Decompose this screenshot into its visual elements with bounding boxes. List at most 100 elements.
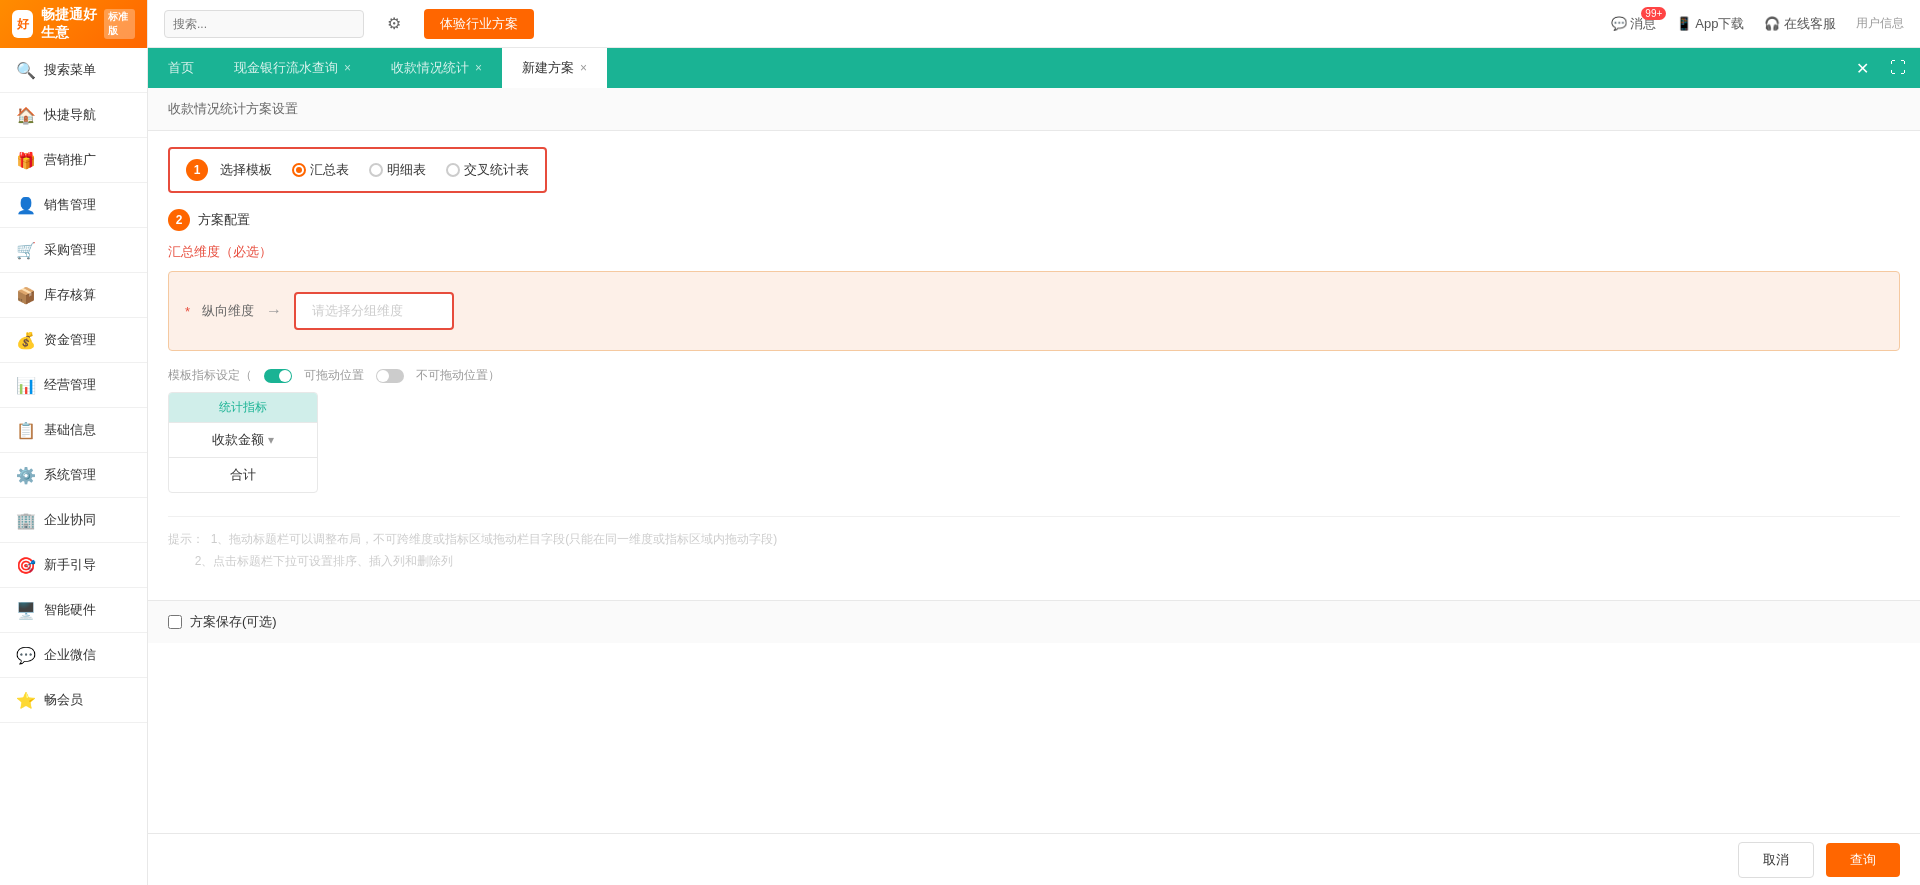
footer-bar: 取消 查询 bbox=[148, 833, 1920, 885]
indicator-row-amount[interactable]: 收款金额 ▾ bbox=[169, 422, 317, 457]
person-icon: 👤 bbox=[16, 195, 36, 215]
draggable-toggle-on bbox=[264, 369, 292, 383]
notification-badge[interactable]: 💬 消息 99+ bbox=[1611, 15, 1657, 33]
notification-count: 99+ bbox=[1641, 7, 1666, 20]
tab-bank-flow-close[interactable]: × bbox=[344, 61, 351, 75]
dimension-grid: * 纵向维度 → 请选择分组维度 bbox=[168, 271, 1900, 351]
sidebar-item-base-info[interactable]: 📋 基础信息 bbox=[0, 408, 147, 453]
sidebar-label-system: 系统管理 bbox=[44, 466, 96, 484]
user-info[interactable]: 用户信息 bbox=[1856, 15, 1904, 32]
tip1: 提示： 1、拖动标题栏可以调整布局，不可跨维度或指标区域拖动栏目字段(只能在同一… bbox=[168, 529, 1900, 551]
gift-icon: 🎁 bbox=[16, 150, 36, 170]
indicator-table: 统计指标 收款金额 ▾ 合计 bbox=[168, 392, 318, 493]
support-label: 在线客服 bbox=[1784, 16, 1836, 31]
message-icon: 💬 bbox=[1611, 16, 1627, 31]
step1-label: 选择模板 bbox=[220, 161, 272, 179]
topbar: ⚙ 体验行业方案 💬 消息 99+ 📱 App下载 🎧 在线客服 用户信息 bbox=[148, 0, 1920, 48]
indicator-table-header: 统计指标 bbox=[169, 393, 317, 422]
sidebar-item-sales[interactable]: 👤 销售管理 bbox=[0, 183, 147, 228]
indicator-label-prefix: 模板指标设定（ bbox=[168, 367, 252, 384]
draggable-label: 可拖动位置 bbox=[304, 367, 364, 384]
tab-bar: 首页 现金银行流水查询 × 收款情况统计 × 新建方案 × ✕ ⛶ bbox=[148, 48, 1920, 88]
sidebar-item-quick-nav[interactable]: 🏠 快捷导航 bbox=[0, 93, 147, 138]
sidebar-item-management[interactable]: 📊 经营管理 bbox=[0, 363, 147, 408]
sidebar-item-hardware[interactable]: 🖥️ 智能硬件 bbox=[0, 588, 147, 633]
sidebar-label-member: 畅会员 bbox=[44, 691, 83, 709]
tab-new-plan-close[interactable]: × bbox=[580, 61, 587, 75]
tab-new-plan[interactable]: 新建方案 × bbox=[502, 48, 607, 88]
support-link[interactable]: 🎧 在线客服 bbox=[1764, 15, 1836, 33]
user-name: 用户信息 bbox=[1856, 16, 1904, 30]
tab-collection-stats[interactable]: 收款情况统计 × bbox=[371, 48, 502, 88]
headset-icon: 🎧 bbox=[1764, 16, 1780, 31]
download-icon: 📱 bbox=[1676, 16, 1692, 31]
tab-close-all-icon[interactable]: ✕ bbox=[1848, 54, 1876, 82]
sidebar-item-capital[interactable]: 💰 资金管理 bbox=[0, 318, 147, 363]
sidebar-item-guide[interactable]: 🎯 新手引导 bbox=[0, 543, 147, 588]
download-label: App下载 bbox=[1695, 16, 1744, 31]
app-name: 畅捷通好生意 bbox=[41, 6, 104, 42]
tip2-text: 2、点击标题栏下拉可设置排序、插入列和删除列 bbox=[195, 554, 454, 568]
sidebar-item-inventory[interactable]: 📦 库存核算 bbox=[0, 273, 147, 318]
tab-collection-stats-close[interactable]: × bbox=[475, 61, 482, 75]
radio-cross[interactable]: 交叉统计表 bbox=[446, 161, 529, 179]
star-icon: ⭐ bbox=[16, 690, 36, 710]
tab-bank-flow[interactable]: 现金银行流水查询 × bbox=[214, 48, 371, 88]
sidebar-label-enterprise: 企业协同 bbox=[44, 511, 96, 529]
sidebar-label-guide: 新手引导 bbox=[44, 556, 96, 574]
draggable-legend: 模板指标设定（ 可拖动位置 不可拖动位置） bbox=[168, 367, 1900, 384]
sidebar-label-hardware: 智能硬件 bbox=[44, 601, 96, 619]
download-link[interactable]: 📱 App下载 bbox=[1676, 15, 1744, 33]
tab-bank-flow-label: 现金银行流水查询 bbox=[234, 59, 338, 77]
sidebar-label-management: 经营管理 bbox=[44, 376, 96, 394]
save-checkbox[interactable] bbox=[168, 615, 182, 629]
cancel-button[interactable]: 取消 bbox=[1738, 842, 1814, 878]
search-input[interactable] bbox=[164, 10, 364, 38]
dimension-label: 汇总维度（必选） bbox=[168, 243, 1900, 261]
topbar-right: 💬 消息 99+ 📱 App下载 🎧 在线客服 用户信息 bbox=[1611, 15, 1904, 33]
target-icon: 🎯 bbox=[16, 555, 36, 575]
dimension-label-text: 汇总维度（必选） bbox=[168, 244, 272, 259]
step2-label: 方案配置 bbox=[198, 211, 250, 229]
form-section: 1 选择模板 汇总表 明细表 bbox=[148, 131, 1920, 600]
clipboard-icon: 📋 bbox=[16, 420, 36, 440]
radio-dot-cross bbox=[446, 163, 460, 177]
radio-dot-detail bbox=[369, 163, 383, 177]
indicator-section: 模板指标设定（ 可拖动位置 不可拖动位置） 统计指标 收款金额 ▾ bbox=[168, 367, 1900, 496]
sidebar-item-enterprise[interactable]: 🏢 企业协同 bbox=[0, 498, 147, 543]
sidebar-label-search: 搜索菜单 bbox=[44, 61, 96, 79]
draggable-toggle-off bbox=[376, 369, 404, 383]
page-inner: 收款情况统计方案设置 1 选择模板 汇总表 bbox=[148, 88, 1920, 833]
app-logo: 好 畅捷通好生意 标准版 bbox=[0, 0, 147, 48]
indicator-total-label: 合计 bbox=[230, 466, 256, 484]
tab-home[interactable]: 首页 bbox=[148, 48, 214, 88]
sidebar-item-wechat[interactable]: 💬 企业微信 bbox=[0, 633, 147, 678]
tabs-actions: ✕ ⛶ bbox=[1848, 54, 1920, 82]
sidebar: 好 畅捷通好生意 标准版 🔍 搜索菜单 🏠 快捷导航 🎁 营销推广 👤 销售管理… bbox=[0, 0, 148, 885]
tip1-text: 1、拖动标题栏可以调整布局，不可跨维度或指标区域拖动栏目字段(只能在同一维度或指… bbox=[211, 532, 778, 546]
trial-button[interactable]: 体验行业方案 bbox=[424, 9, 534, 39]
dimension-selector[interactable]: 请选择分组维度 bbox=[294, 292, 454, 330]
query-button[interactable]: 查询 bbox=[1826, 843, 1900, 877]
sidebar-item-member[interactable]: ⭐ 畅会员 bbox=[0, 678, 147, 723]
tab-expand-icon[interactable]: ⛶ bbox=[1884, 54, 1912, 82]
version-tag: 标准版 bbox=[104, 9, 135, 39]
sidebar-item-marketing[interactable]: 🎁 营销推广 bbox=[0, 138, 147, 183]
settings-icon[interactable]: ⚙ bbox=[380, 10, 408, 38]
step1-row: 1 选择模板 汇总表 明细表 bbox=[168, 147, 1900, 193]
sidebar-label-base-info: 基础信息 bbox=[44, 421, 96, 439]
save-label: 方案保存(可选) bbox=[190, 613, 277, 631]
breadcrumb: 收款情况统计方案设置 bbox=[148, 88, 1920, 131]
sidebar-item-search[interactable]: 🔍 搜索菜单 bbox=[0, 48, 147, 93]
radio-detail[interactable]: 明细表 bbox=[369, 161, 426, 179]
sidebar-item-purchase[interactable]: 🛒 采购管理 bbox=[0, 228, 147, 273]
radio-summary[interactable]: 汇总表 bbox=[292, 161, 349, 179]
monitor-icon: 🖥️ bbox=[16, 600, 36, 620]
dimension-section: 汇总维度（必选） * 纵向维度 → 请选择分组维度 bbox=[168, 243, 1900, 351]
sidebar-label-marketing: 营销推广 bbox=[44, 151, 96, 169]
sidebar-item-system[interactable]: ⚙️ 系统管理 bbox=[0, 453, 147, 498]
non-draggable-label: 不可拖动位置） bbox=[416, 367, 500, 384]
tab-home-label: 首页 bbox=[168, 59, 194, 77]
chat-icon: 💬 bbox=[16, 645, 36, 665]
home-icon: 🏠 bbox=[16, 105, 36, 125]
